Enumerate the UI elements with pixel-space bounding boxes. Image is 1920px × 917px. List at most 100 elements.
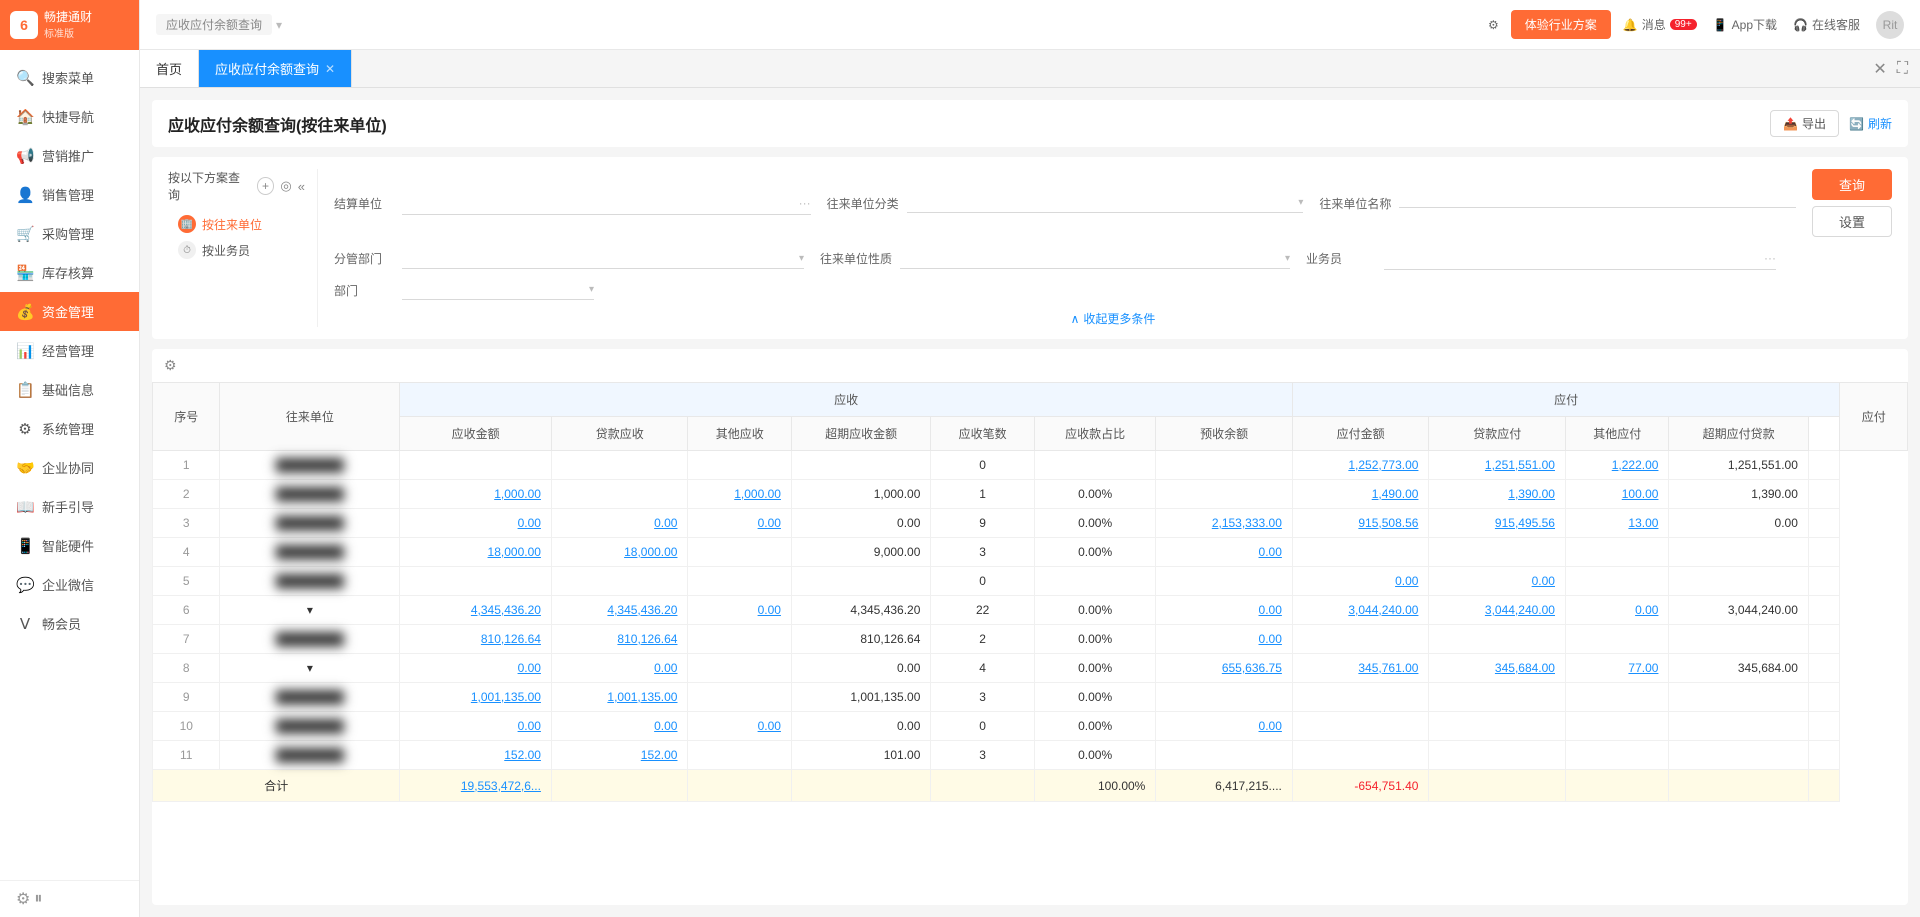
- purchase-icon: 🛒: [16, 225, 34, 243]
- app-download-button[interactable]: 📱 App下载: [1713, 16, 1777, 33]
- department-select[interactable]: ▾: [402, 280, 594, 300]
- sidebar-item-finance[interactable]: 💰资金管理: [0, 292, 139, 331]
- cell-pay-last: [1808, 625, 1839, 654]
- cell-other-rec: 0.00: [688, 509, 791, 538]
- refresh-button[interactable]: 🔄 刷新: [1849, 110, 1892, 137]
- close-tab-btn[interactable]: ✕: [1873, 59, 1886, 79]
- scheme-icon-salesperson: ⏱: [178, 241, 196, 259]
- table-footer-row: 合计 19,553,472,6... 100.00% 6,417,215....…: [153, 770, 1908, 802]
- footer-other-rec: [688, 770, 791, 802]
- col-other-pay: 其他应付: [1565, 417, 1668, 451]
- tab-home[interactable]: 首页: [140, 50, 199, 87]
- sidebar-item-sales[interactable]: 👤销售管理: [0, 175, 139, 214]
- logo-badge: 标准版: [44, 25, 92, 40]
- sidebar-menu: 🔍搜索菜单🏠快捷导航📢营销推广👤销售管理🛒采购管理🏪库存核算💰资金管理📊经营管理…: [0, 50, 139, 880]
- scheme-selector: 按以下方案查询 + ◎ « 🏢 按往来单位 ⏱ 按业务员: [168, 169, 318, 327]
- partner-nature-select[interactable]: ▾: [900, 249, 1290, 269]
- cell-overdue-pay: [1669, 538, 1808, 567]
- partner-cat-select[interactable]: ▾: [907, 193, 1304, 213]
- sidebar-item-inventory[interactable]: 🏪库存核算: [0, 253, 139, 292]
- tab-controls: ✕ ⛶: [1861, 50, 1920, 87]
- query-label-row: 按以下方案查询 + ◎ «: [168, 169, 305, 203]
- cell-pay-last: [1808, 654, 1839, 683]
- tab-close-icon[interactable]: ✕: [325, 62, 335, 76]
- cell-overdue-rec: 1,001,135.00: [791, 683, 930, 712]
- cell-partner: ████████: [220, 509, 400, 538]
- cell-rownum: 7: [153, 625, 220, 654]
- tab-arbalance[interactable]: 应收应付余额查询 ✕: [199, 50, 352, 87]
- cell-rownum: 6: [153, 596, 220, 625]
- filter-salesperson: 业务员 ···: [1306, 247, 1776, 270]
- online-service-label: 在线客服: [1812, 16, 1860, 33]
- online-service-button[interactable]: 🎧 在线客服: [1793, 16, 1860, 33]
- cell-overdue-pay: 3,044,240.00: [1669, 596, 1808, 625]
- cell-overdue-pay: 345,684.00: [1669, 654, 1808, 683]
- sidebar-item-search[interactable]: 🔍搜索菜单: [0, 58, 139, 97]
- salesperson-input-wrap[interactable]: ···: [1384, 247, 1776, 270]
- sidebar-item-cooperation[interactable]: 🤝企业协同: [0, 448, 139, 487]
- footer-rec-amount[interactable]: 19,553,472,6...: [400, 770, 552, 802]
- settlement-input-wrap[interactable]: ···: [402, 192, 811, 215]
- messages-button[interactable]: 🔔 消息 99+: [1623, 16, 1697, 33]
- partner-name-label: 往来单位名称: [1319, 195, 1391, 212]
- sidebar-item-system[interactable]: ⚙系统管理: [0, 409, 139, 448]
- scrollable-table[interactable]: 序号 往来单位 应收 应付 应付 应收金额 贷款应收 其他应收 超期应收金额 应…: [152, 382, 1908, 905]
- cell-loan-pay: 3,044,240.00: [1429, 596, 1566, 625]
- page-header: 应收应付余额查询(按往来单位) 📤 导出 🔄 刷新: [152, 100, 1908, 147]
- settings-icon[interactable]: ⚙: [16, 889, 30, 909]
- col-loan-rec: 贷款应收: [551, 417, 688, 451]
- sidebar-item-operation[interactable]: 📊经营管理: [0, 331, 139, 370]
- query-button[interactable]: 查询: [1812, 169, 1892, 200]
- cell-rec-amount: 0.00: [400, 712, 552, 741]
- salesperson-dots: ···: [1764, 251, 1776, 265]
- collapse-sidebar-btn[interactable]: ⏸: [34, 889, 42, 909]
- cell-advance: 0.00: [1156, 712, 1293, 741]
- settings-button[interactable]: 设置: [1812, 206, 1892, 237]
- add-scheme-btn[interactable]: +: [257, 177, 275, 195]
- inventory-icon: 🏪: [16, 264, 34, 282]
- avatar[interactable]: Rit: [1876, 11, 1904, 39]
- export-button[interactable]: 📤 导出: [1770, 110, 1839, 137]
- sidebar-item-wechat[interactable]: 💬企业微信: [0, 565, 139, 604]
- cell-pay-last: [1808, 567, 1839, 596]
- cell-loan-pay: 345,684.00: [1429, 654, 1566, 683]
- cell-other-pay: [1565, 683, 1668, 712]
- sidebar-item-member[interactable]: Ⅴ畅会员: [0, 604, 139, 643]
- scheme-list: 🏢 按往来单位 ⏱ 按业务员: [172, 211, 305, 263]
- collapse-conditions-btn[interactable]: ∧ 收起更多条件: [334, 310, 1892, 327]
- sidebar-item-marketing[interactable]: 📢营销推广: [0, 136, 139, 175]
- sidebar-item-guide[interactable]: 📖新手引导: [0, 487, 139, 526]
- division-select[interactable]: ▾: [402, 249, 804, 269]
- data-table-wrap: ⚙ 序号 往来单位 应收 应付 应付 应收金额 贷款应收: [152, 349, 1908, 905]
- table-settings-btn[interactable]: ⚙: [164, 357, 177, 374]
- cell-rec-ratio: [1034, 451, 1155, 480]
- operation-icon: 📊: [16, 342, 34, 360]
- scheme-collapse-btn[interactable]: «: [298, 179, 305, 194]
- cell-rec-amount: 18,000.00: [400, 538, 552, 567]
- table-row: 11 ████████ 152.00 152.00 101.00 3 0.00%: [153, 741, 1908, 770]
- cell-pay-last: [1808, 509, 1839, 538]
- partner-name-input-wrap[interactable]: [1399, 199, 1796, 208]
- solution-button[interactable]: 体验行业方案: [1511, 10, 1611, 39]
- cell-overdue-pay: [1669, 567, 1808, 596]
- sidebar-item-basic[interactable]: 📋基础信息: [0, 370, 139, 409]
- settings-gear-btn[interactable]: ⚙: [1488, 18, 1499, 32]
- footer-loan-rec: [551, 770, 688, 802]
- scheme-item-salesperson[interactable]: ⏱ 按业务员: [172, 237, 305, 263]
- sidebar-label-system: 系统管理: [42, 419, 94, 438]
- col-overdue-rec: 超期应收金额: [791, 417, 930, 451]
- department-label: 部门: [334, 282, 394, 299]
- query-label: 按以下方案查询: [168, 169, 251, 203]
- cooperation-icon: 🤝: [16, 459, 34, 477]
- sidebar-item-quick[interactable]: 🏠快捷导航: [0, 97, 139, 136]
- scheme-item-partner[interactable]: 🏢 按往来单位: [172, 211, 305, 237]
- cell-pay-amount: 3,044,240.00: [1292, 596, 1429, 625]
- sidebar-item-purchase[interactable]: 🛒采购管理: [0, 214, 139, 253]
- maximize-btn[interactable]: ⛶: [1897, 60, 1908, 78]
- page-content: 应收应付余额查询(按往来单位) 📤 导出 🔄 刷新 按以下方案查询 + ◎: [140, 88, 1920, 917]
- cell-rec-amount: 4,345,436.20: [400, 596, 552, 625]
- scheme-settings-btn[interactable]: ◎: [280, 178, 291, 194]
- footer-pay-amount[interactable]: -654,751.40: [1292, 770, 1429, 802]
- footer-loan-pay: [1429, 770, 1566, 802]
- sidebar-item-hardware[interactable]: 📱智能硬件: [0, 526, 139, 565]
